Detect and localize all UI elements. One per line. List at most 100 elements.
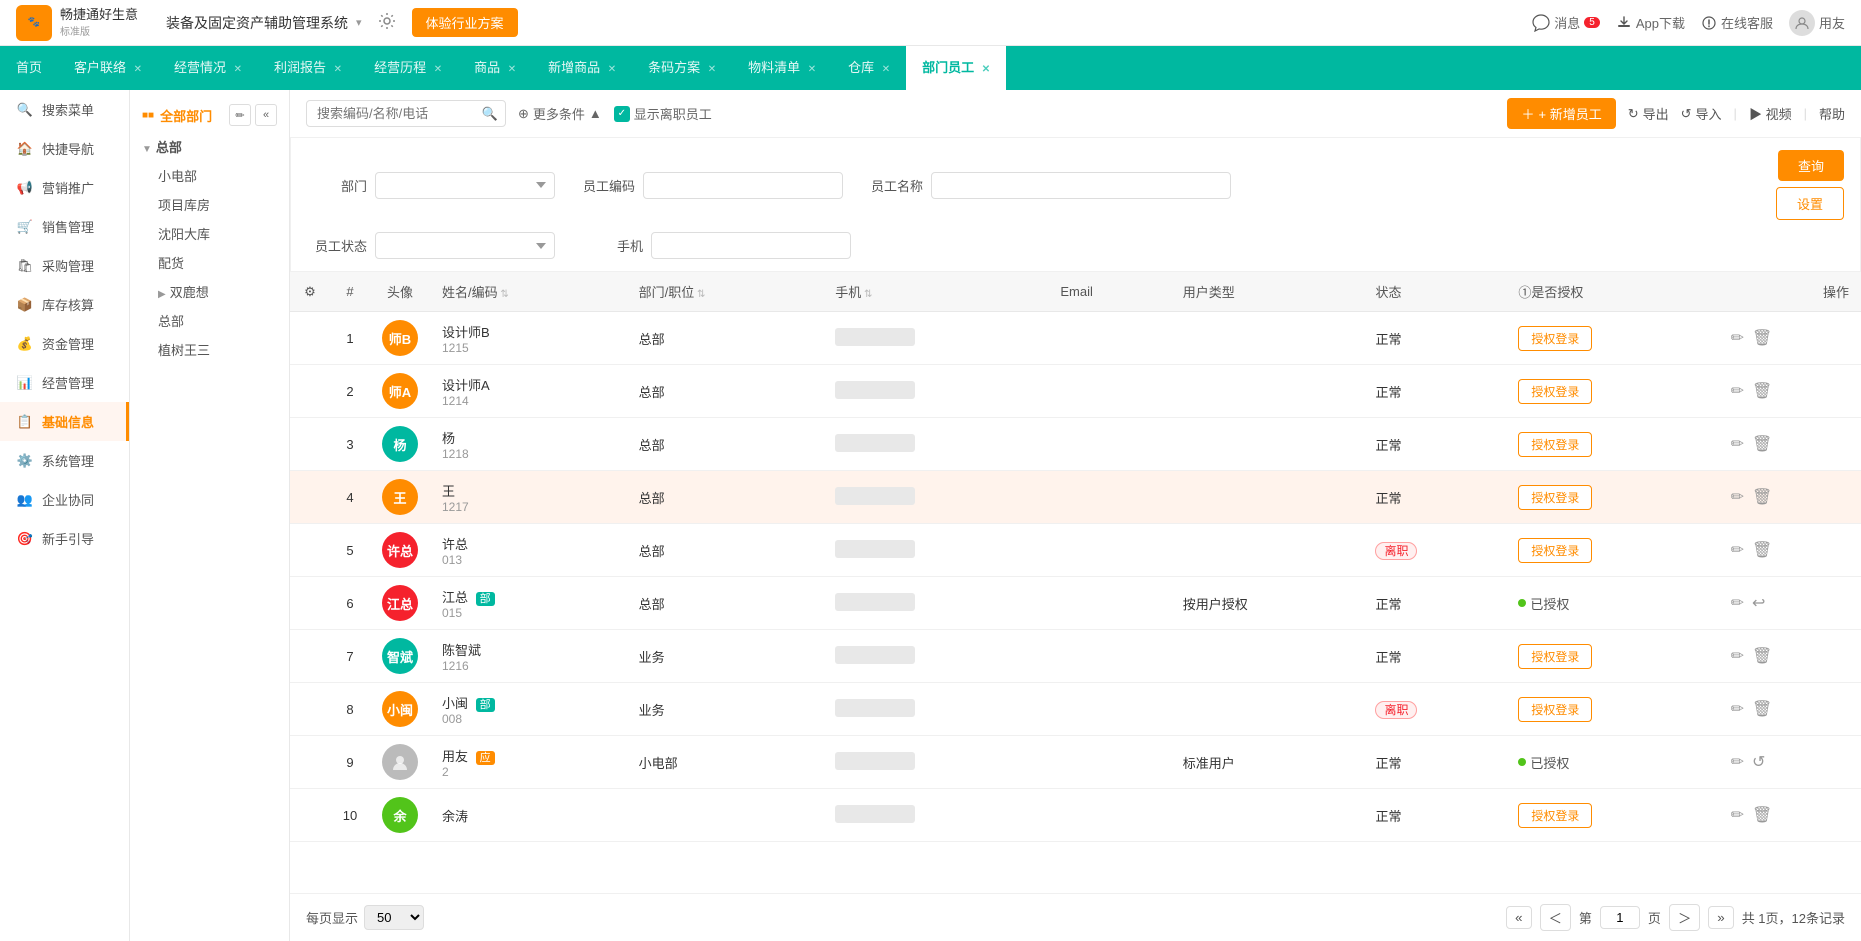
auth-btn[interactable]: 授权登录 — [1518, 485, 1592, 510]
delete-icon[interactable]: 🗑 — [1752, 646, 1772, 666]
more-filter-btn[interactable]: ⊕ 更多条件 ▲ — [518, 104, 602, 123]
th-settings[interactable]: ⚙ — [290, 272, 330, 312]
dept-item-electronics[interactable]: 小电部 — [130, 161, 289, 190]
nav-warehouse[interactable]: 仓库 ✕ — [832, 46, 906, 90]
auth-btn[interactable]: 授权登录 — [1518, 538, 1592, 563]
sidebar-item-marketing[interactable]: 📢 营销推广 — [0, 168, 129, 207]
user-avatar[interactable]: 用友 — [1789, 10, 1845, 36]
settings-btn[interactable] — [378, 12, 396, 33]
delete-icon[interactable]: 🗑 — [1752, 328, 1772, 348]
row-no: 8 — [330, 683, 370, 736]
delete-icon[interactable]: 🗑 — [1752, 434, 1772, 454]
edit-icon[interactable]: ✏ — [1731, 646, 1744, 666]
sidebar-item-inventory[interactable]: 📦 库存核算 — [0, 285, 129, 324]
dept-collapse-btn[interactable]: « — [255, 104, 277, 126]
edit-icon[interactable]: ✏ — [1731, 805, 1744, 825]
sidebar-item-sales[interactable]: 🛒 销售管理 — [0, 207, 129, 246]
sidebar-item-basic[interactable]: 📋 基础信息 — [0, 402, 129, 441]
edit-icon[interactable]: ✏ — [1731, 540, 1744, 560]
nav-department[interactable]: 部门员工 ✕ — [906, 46, 1006, 90]
first-page-btn[interactable]: « — [1506, 906, 1531, 929]
import-btn[interactable]: ↺ 导入 — [1681, 104, 1722, 123]
dept-item-project[interactable]: 项目库房 — [130, 190, 289, 219]
auth-btn[interactable]: 授权登录 — [1518, 644, 1592, 669]
sidebar-item-guide[interactable]: 🎯 新手引导 — [0, 519, 129, 558]
row-auth: 授权登录 — [1506, 789, 1718, 842]
delete-icon[interactable]: ↩ — [1752, 593, 1765, 613]
delete-icon[interactable]: 🗑 — [1752, 487, 1772, 507]
dept-item-shenyang[interactable]: 沈阳大库 — [130, 219, 289, 248]
view-btn[interactable]: ▶ 视频 — [1749, 104, 1792, 123]
edit-icon[interactable]: ✏ — [1731, 487, 1744, 507]
app-sub: 标准版 — [60, 23, 138, 38]
auth-btn[interactable]: 授权登录 — [1518, 379, 1592, 404]
dept-item-plant[interactable]: 植树王三 — [130, 335, 289, 364]
delete-icon[interactable]: 🗑 — [1752, 699, 1772, 719]
query-btn[interactable]: 查询 — [1778, 150, 1844, 181]
help-btn[interactable]: 帮助 — [1819, 104, 1845, 123]
dept-edit-btn[interactable]: ✏ — [229, 104, 251, 126]
show-resigned-checkbox[interactable]: ✓ — [614, 106, 630, 122]
sidebar-item-collab[interactable]: 👥 企业协同 — [0, 480, 129, 519]
online-service-btn[interactable]: 在线客服 — [1701, 13, 1773, 32]
app-download-btn[interactable]: App下载 — [1616, 13, 1685, 32]
filter-dept-select[interactable] — [375, 172, 555, 199]
search-submit-icon[interactable]: 🔍 — [482, 106, 498, 122]
dept-item-double[interactable]: ▶双鹿想 — [130, 277, 289, 306]
edit-icon[interactable]: ✏ — [1731, 434, 1744, 454]
sidebar-item-purchase[interactable]: 🛍 采购管理 — [0, 246, 129, 285]
search-input[interactable] — [306, 100, 506, 127]
dept-item-head[interactable]: ▼总部 — [130, 132, 289, 161]
delete-icon[interactable]: 🗑 — [1752, 540, 1772, 560]
dept-item-hq[interactable]: 总部 — [130, 306, 289, 335]
show-resigned-toggle[interactable]: ✓ 显示离职员工 — [614, 104, 712, 123]
delete-icon[interactable]: 🗑 — [1752, 805, 1772, 825]
delete-icon[interactable]: 🗑 — [1752, 381, 1772, 401]
page-input[interactable] — [1600, 906, 1640, 929]
nav-goods[interactable]: 商品 ✕ — [458, 46, 532, 90]
auth-btn[interactable]: 授权登录 — [1518, 697, 1592, 722]
dept-item-delivery[interactable]: 配货 — [130, 248, 289, 277]
nav-customer[interactable]: 客户联络 ✕ — [58, 46, 158, 90]
nav-home[interactable]: 首页 — [0, 46, 58, 90]
last-page-btn[interactable]: » — [1708, 906, 1733, 929]
filter-phone-input[interactable] — [651, 232, 851, 259]
refresh-icon[interactable]: ↺ — [1752, 752, 1765, 772]
filter-arrow: ▲ — [589, 106, 602, 121]
auth-btn[interactable]: 授权登录 — [1518, 326, 1592, 351]
prev-page-btn[interactable]: ＜ — [1540, 904, 1571, 931]
auth-btn[interactable]: 授权登录 — [1518, 803, 1592, 828]
th-dept[interactable]: 部门/职位 — [627, 272, 824, 312]
th-name[interactable]: 姓名/编码 — [430, 272, 627, 312]
edit-icon[interactable]: ✏ — [1731, 381, 1744, 401]
sidebar-item-ops[interactable]: 📊 经营管理 — [0, 363, 129, 402]
nav-barcode[interactable]: 条码方案 ✕ — [632, 46, 732, 90]
nav-new-goods[interactable]: 新增商品 ✕ — [532, 46, 632, 90]
edit-icon[interactable]: ✏ — [1731, 699, 1744, 719]
nav-history[interactable]: 经营历程 ✕ — [358, 46, 458, 90]
sidebar-item-quicknav[interactable]: 🏠 快捷导航 — [0, 129, 129, 168]
filter-name-input[interactable] — [931, 172, 1231, 199]
sidebar-item-system[interactable]: ⚙️ 系统管理 — [0, 441, 129, 480]
filter-settings-btn[interactable]: 设置 — [1776, 187, 1844, 220]
message-btn[interactable]: 消息 5 — [1532, 13, 1600, 32]
filter-code-input[interactable] — [643, 172, 843, 199]
edit-icon[interactable]: ✏ — [1731, 593, 1744, 613]
th-phone[interactable]: 手机 — [823, 272, 1048, 312]
add-employee-btn[interactable]: ＋ + 新增员工 — [1507, 98, 1615, 129]
nav-bom[interactable]: 物料清单 ✕ — [732, 46, 832, 90]
next-page-btn[interactable]: ＞ — [1669, 904, 1700, 931]
filter-status-select[interactable] — [375, 232, 555, 259]
sidebar-item-search[interactable]: 🔍 搜索菜单 — [0, 90, 129, 129]
edit-icon[interactable]: ✏ — [1731, 328, 1744, 348]
dept-all-label[interactable]: ■■ 全部部门 — [142, 106, 212, 125]
trial-btn[interactable]: 体验行业方案 — [412, 8, 518, 37]
nav-operation[interactable]: 经营情况 ✕ — [158, 46, 258, 90]
sidebar-item-finance[interactable]: 💰 资金管理 — [0, 324, 129, 363]
auth-btn[interactable]: 授权登录 — [1518, 432, 1592, 457]
edit-icon[interactable]: ✏ — [1731, 752, 1744, 772]
export-btn[interactable]: ↻ 导出 — [1628, 104, 1669, 123]
page-size-select[interactable]: 50 100 — [364, 905, 424, 930]
nav-profit[interactable]: 利润报告 ✕ — [258, 46, 358, 90]
system-title-dropdown[interactable]: ▾ — [356, 16, 362, 29]
